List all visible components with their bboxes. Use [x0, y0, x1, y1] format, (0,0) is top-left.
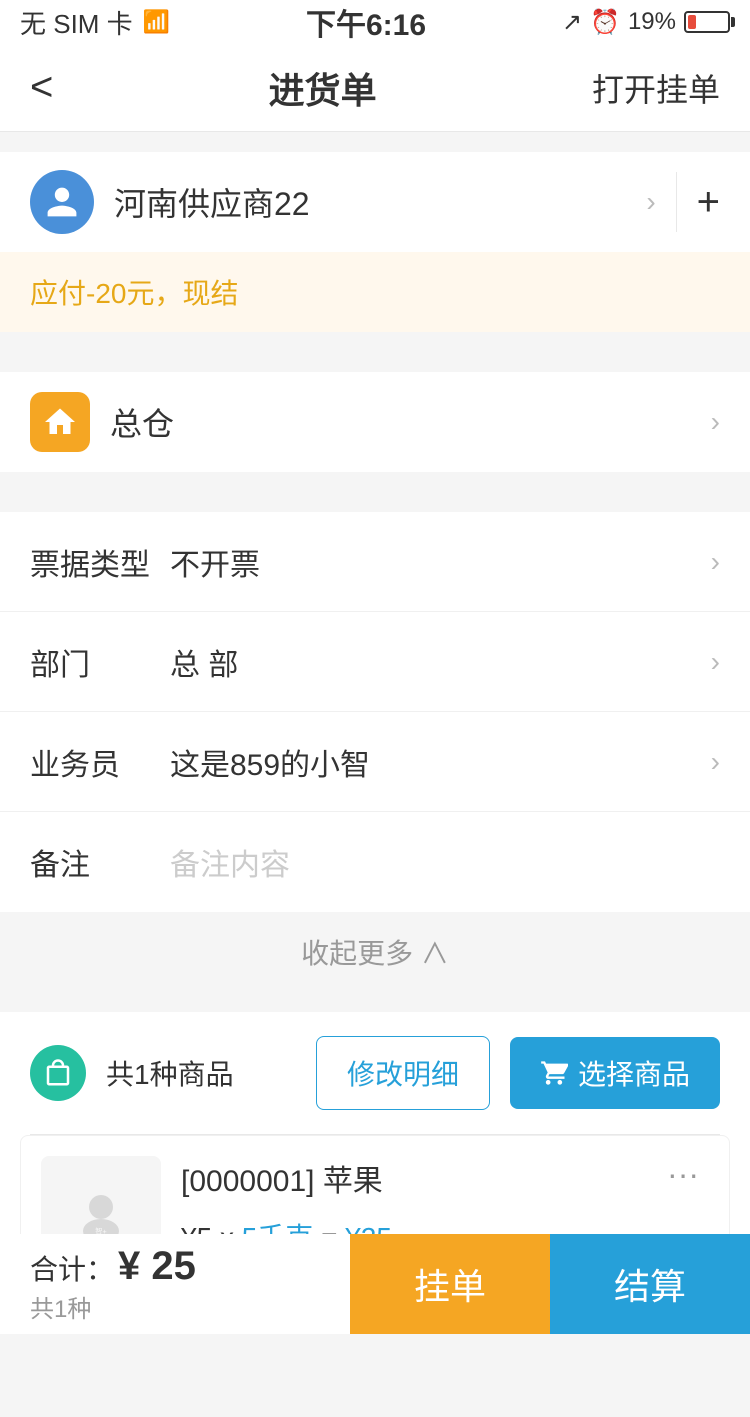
- battery-icon: [684, 11, 730, 33]
- remark-input[interactable]: 备注内容: [170, 840, 720, 884]
- location-icon: ↗: [562, 8, 582, 37]
- battery-percent: 19%: [628, 8, 676, 36]
- supplier-name: 河南供应商22: [114, 179, 646, 225]
- add-supplier-button[interactable]: +: [697, 180, 720, 225]
- supplier-chevron-icon: ›: [646, 186, 655, 218]
- remark-label: 备注: [30, 840, 170, 884]
- status-right: ↗ ⏰ 19%: [562, 8, 730, 37]
- total-label: 合计：: [30, 1248, 114, 1288]
- cart-icon: [540, 1059, 568, 1087]
- page-title: 进货单: [269, 62, 377, 114]
- open-hang-button[interactable]: 打开挂单: [592, 65, 720, 111]
- select-product-label: 选择商品: [578, 1053, 690, 1093]
- product-header: 共1种商品 修改明细 选择商品: [0, 1012, 750, 1134]
- product-bag-icon: [30, 1045, 86, 1101]
- total-section: 合计： ¥ 25 共1种: [0, 1244, 350, 1324]
- invoice-type-label: 票据类型: [30, 540, 170, 584]
- top-divider: [0, 132, 750, 152]
- supplier-avatar: [30, 170, 94, 234]
- supplier-row[interactable]: 河南供应商22 › +: [0, 152, 750, 252]
- warehouse-icon-container: [30, 392, 90, 452]
- select-product-button[interactable]: 选择商品: [510, 1037, 720, 1109]
- product-count-label: 共1种商品: [106, 1053, 296, 1093]
- warehouse-name: 总仓: [110, 399, 711, 445]
- divider-2: [0, 472, 750, 492]
- product-code: [0000001]: [181, 1165, 314, 1198]
- warehouse-row[interactable]: 总仓 ›: [0, 372, 750, 472]
- department-row[interactable]: 部门 总 部 ›: [0, 612, 750, 712]
- collapse-more-button[interactable]: 收起更多 ∧: [0, 912, 750, 992]
- nav-bar: < 进货单 打开挂单: [0, 44, 750, 132]
- invoice-type-row[interactable]: 票据类型 不开票 ›: [0, 512, 750, 612]
- person-icon: [44, 184, 80, 220]
- department-chevron-icon: ›: [711, 646, 720, 678]
- notice-banner: 应付-20元，现结: [0, 252, 750, 332]
- total-count: 共1种: [30, 1289, 320, 1324]
- salesperson-row[interactable]: 业务员 这是859的小智 ›: [0, 712, 750, 812]
- hang-button[interactable]: 挂单: [350, 1234, 550, 1334]
- collapse-label: 收起更多 ∧: [301, 932, 449, 972]
- checkout-button[interactable]: 结算: [550, 1234, 750, 1334]
- wifi-icon: 📶: [143, 9, 170, 35]
- back-button[interactable]: <: [30, 65, 53, 110]
- form-section: 票据类型 不开票 › 部门 总 部 › 业务员 这是859的小智 › 备注 备注…: [0, 512, 750, 912]
- total-amount: ¥ 25: [118, 1244, 196, 1289]
- salesperson-label: 业务员: [30, 740, 170, 784]
- alarm-icon: ⏰: [590, 8, 620, 37]
- status-time: 下午6:16: [306, 0, 426, 44]
- carrier-text: 无 SIM 卡: [20, 4, 133, 41]
- invoice-chevron-icon: ›: [711, 546, 720, 578]
- remark-row[interactable]: 备注 备注内容: [0, 812, 750, 912]
- edit-detail-button[interactable]: 修改明细: [316, 1036, 490, 1110]
- divider-1: [0, 332, 750, 352]
- divider-3: [0, 992, 750, 1012]
- bottom-bar: 合计： ¥ 25 共1种 挂单 结算: [0, 1234, 750, 1334]
- status-bar: 无 SIM 卡 📶 下午6:16 ↗ ⏰ 19%: [0, 0, 750, 44]
- notice-text: 应付-20元，现结: [30, 278, 238, 309]
- warehouse-chevron-icon: ›: [711, 406, 720, 438]
- status-left: 无 SIM 卡 📶: [20, 4, 170, 41]
- salesperson-value: 这是859的小智: [170, 740, 711, 784]
- salesperson-chevron-icon: ›: [711, 746, 720, 778]
- product-title: 苹果: [323, 1165, 383, 1198]
- home-icon: [42, 404, 78, 440]
- product-name: [0000001] 苹果: [181, 1156, 637, 1200]
- product-more-button[interactable]: ···: [657, 1156, 709, 1193]
- department-value: 总 部: [170, 640, 711, 684]
- vertical-divider: [676, 172, 677, 232]
- invoice-type-value: 不开票: [170, 540, 711, 584]
- department-label: 部门: [30, 640, 170, 684]
- shopping-bag-icon: [43, 1058, 73, 1088]
